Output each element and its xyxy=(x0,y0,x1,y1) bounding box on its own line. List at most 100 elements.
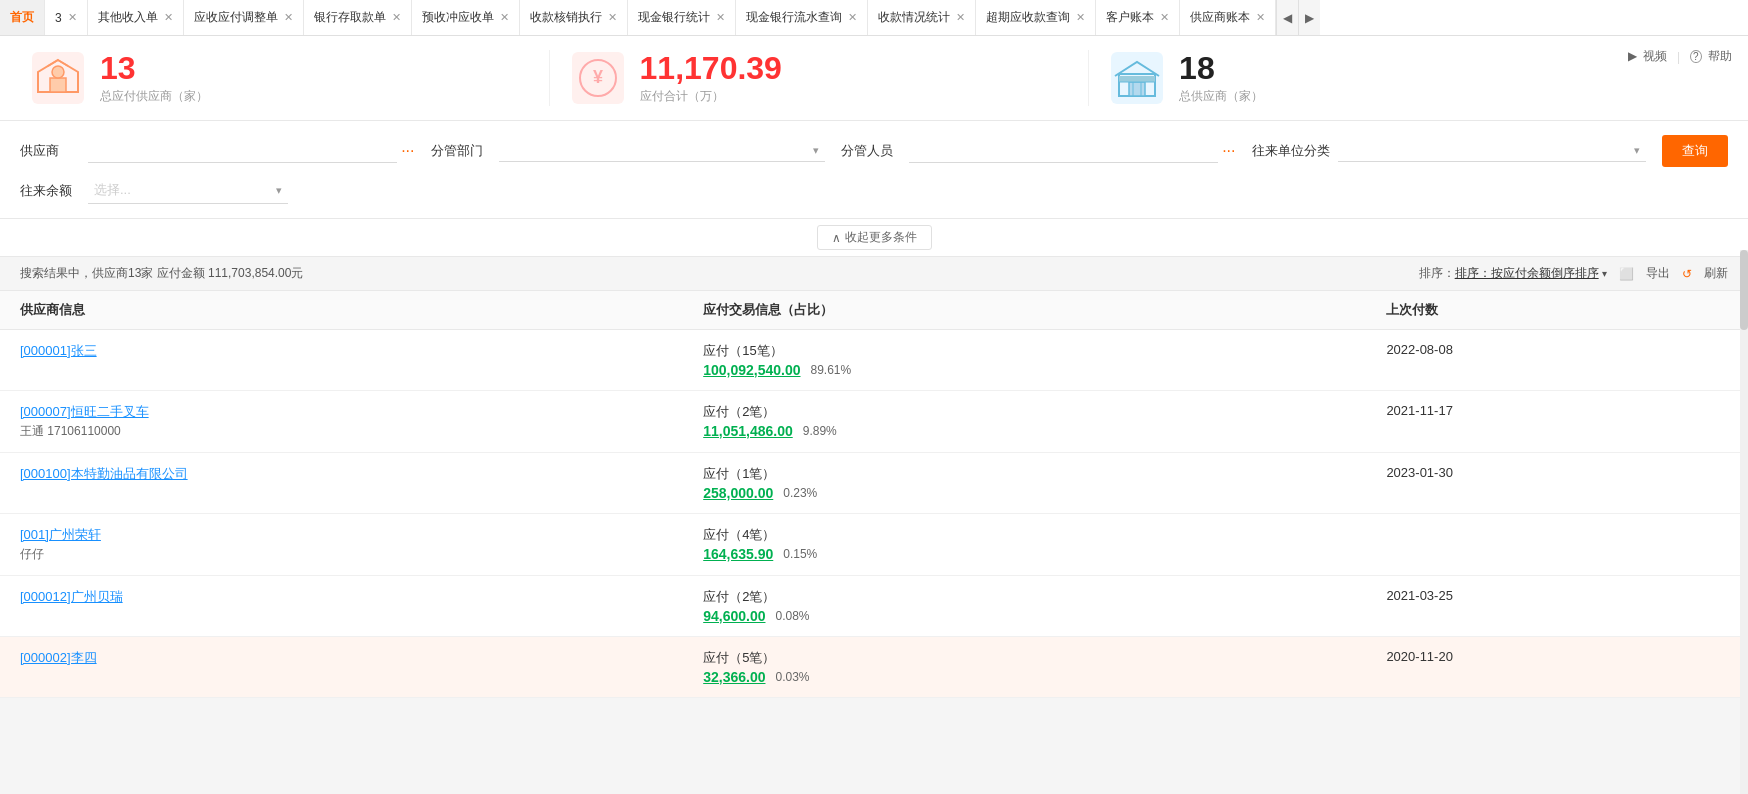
nav-tab-advance[interactable]: 预收冲应收单 ✕ xyxy=(412,0,520,35)
nav-tab-cash-flow-query[interactable]: 现金银行流水查询 ✕ xyxy=(736,0,868,35)
supplier-link[interactable]: [000012]广州贝瑞 xyxy=(20,589,123,604)
separator: | xyxy=(1677,50,1680,64)
summary-card-total-suppliers: 18 总供应商（家） xyxy=(1089,50,1628,106)
tx-amount[interactable]: 32,366.00 xyxy=(703,669,765,685)
nav-prev-button[interactable]: ◀ xyxy=(1276,0,1298,35)
tx-label: 应付（4笔） xyxy=(703,526,1386,544)
nav-tab-supplier-ledger-label: 供应商账本 xyxy=(1190,9,1250,26)
sort-arrow-icon: ▾ xyxy=(1602,268,1607,279)
refresh-icon: ↺ xyxy=(1682,267,1692,281)
last-pay-date: 2021-11-17 xyxy=(1386,403,1728,418)
close-icon[interactable]: ✕ xyxy=(1256,11,1265,24)
supplier-link[interactable]: [000002]李四 xyxy=(20,650,97,665)
supplier-dots-btn[interactable]: ··· xyxy=(401,142,414,160)
filter-row-1: 供应商 ··· 分管部门 ▾ 分管人员 ··· 往来单位分类 ▾ 查询 xyxy=(20,135,1728,167)
money-icon: ¥ xyxy=(570,50,626,106)
category-select[interactable]: ▾ xyxy=(1338,140,1647,162)
nav-tab-bank[interactable]: 银行存取款单 ✕ xyxy=(304,0,412,35)
filter-area: 供应商 ··· 分管部门 ▾ 分管人员 ··· 往来单位分类 ▾ 查询 往来 xyxy=(0,121,1748,219)
collapse-button[interactable]: ∧ 收起更多条件 xyxy=(817,225,932,250)
tx-amount[interactable]: 258,000.00 xyxy=(703,485,773,501)
help-link[interactable]: 帮助 xyxy=(1690,48,1732,65)
nav-tab-home[interactable]: 首页 xyxy=(0,0,45,35)
close-icon[interactable]: ✕ xyxy=(392,11,401,24)
refresh-button[interactable]: 刷新 xyxy=(1704,265,1728,282)
tx-label: 应付（15笔） xyxy=(703,342,1386,360)
supplier-link[interactable]: [000100]本特勤油品有限公司 xyxy=(20,466,188,481)
close-icon[interactable]: ✕ xyxy=(608,11,617,24)
scrollbar-track[interactable] xyxy=(1740,250,1748,698)
help-links: 视频 | 帮助 xyxy=(1628,48,1732,65)
balance-select-placeholder: 选择... xyxy=(94,181,131,199)
close-icon[interactable]: ✕ xyxy=(500,11,509,24)
table-row: [000100]本特勤油品有限公司应付（1笔）258,000.000.23%20… xyxy=(0,453,1748,514)
tx-amount[interactable]: 100,092,540.00 xyxy=(703,362,800,378)
video-label: 视频 xyxy=(1643,49,1667,63)
supplier-input[interactable] xyxy=(88,139,397,163)
scrollbar-thumb[interactable] xyxy=(1740,250,1748,330)
supplier-link[interactable]: [000001]张三 xyxy=(20,343,97,358)
person-dots-btn[interactable]: ··· xyxy=(1222,142,1235,160)
table-row: [001]广州荣轩仔仔应付（4笔）164,635.900.15% xyxy=(0,514,1748,576)
collapse-label: 收起更多条件 xyxy=(845,229,917,246)
tx-label: 应付（2笔） xyxy=(703,588,1386,606)
close-icon[interactable]: ✕ xyxy=(1076,11,1085,24)
card3-label: 总供应商（家） xyxy=(1179,88,1263,105)
nav-tab-ar-ap-adjust-label: 应收应付调整单 xyxy=(194,9,278,26)
tx-percentage: 0.15% xyxy=(783,547,817,561)
tx-cell: 应付（15笔）100,092,540.0089.61% xyxy=(703,342,1386,378)
nav-tab-supplier-ledger[interactable]: 供应商账本 ✕ xyxy=(1180,0,1276,35)
close-icon[interactable]: ✕ xyxy=(284,11,293,24)
tx-amount[interactable]: 11,051,486.00 xyxy=(703,423,793,439)
close-icon[interactable]: ✕ xyxy=(68,11,77,24)
close-icon[interactable]: ✕ xyxy=(848,11,857,24)
sort-label[interactable]: 排序：排序：按应付余额倒序排序 ▾ xyxy=(1419,265,1607,282)
nav-tab-customer-ledger[interactable]: 客户账本 ✕ xyxy=(1096,0,1180,35)
table-body: [000001]张三应付（15笔）100,092,540.0089.61%202… xyxy=(0,330,1748,698)
close-icon[interactable]: ✕ xyxy=(1160,11,1169,24)
help-icon xyxy=(1690,49,1705,63)
balance-select[interactable]: 选择... ▾ xyxy=(88,177,288,204)
nav-tab-cash-bank-stat[interactable]: 现金银行统计 ✕ xyxy=(628,0,736,35)
close-icon[interactable]: ✕ xyxy=(956,11,965,24)
nav-next-button[interactable]: ▶ xyxy=(1298,0,1320,35)
tx-amount-row: 94,600.000.08% xyxy=(703,608,1386,624)
top-right-section: 视频 | 帮助 xyxy=(1628,36,1748,120)
table-row: [000007]恒旺二手叉车王通 17106110000应付（2笔）11,051… xyxy=(0,391,1748,453)
supplier-link[interactable]: [000007]恒旺二手叉车 xyxy=(20,404,149,419)
query-button[interactable]: 查询 xyxy=(1662,135,1728,167)
close-icon[interactable]: ✕ xyxy=(164,11,173,24)
table-row: [000012]广州贝瑞应付（2笔）94,600.000.08%2021-03-… xyxy=(0,576,1748,637)
nav-tab-other-income[interactable]: 其他收入单 ✕ xyxy=(88,0,184,35)
nav-tab-overdue-query[interactable]: 超期应收款查询 ✕ xyxy=(976,0,1096,35)
nav-tab-receipt-stat-label: 收款情况统计 xyxy=(878,9,950,26)
nav-tab-receipt-verify[interactable]: 收款核销执行 ✕ xyxy=(520,0,628,35)
svg-rect-9 xyxy=(1129,82,1145,96)
tx-amount[interactable]: 94,600.00 xyxy=(703,608,765,624)
close-icon[interactable]: ✕ xyxy=(716,11,725,24)
export-button[interactable]: 导出 xyxy=(1646,265,1670,282)
person-input[interactable] xyxy=(909,139,1218,163)
card1-number: 13 xyxy=(100,51,208,86)
dept-select[interactable]: ▾ xyxy=(499,140,826,162)
tx-cell: 应付（4笔） 164,635.90 0.15% xyxy=(703,526,1386,562)
nav-tab-receipt-stat[interactable]: 收款情况统计 ✕ xyxy=(868,0,976,35)
filter-person: 分管人员 ··· xyxy=(841,139,1236,163)
nav-tab-3[interactable]: 3 ✕ xyxy=(45,0,88,35)
table-row: [000002]李四应付（5笔）32,366.000.03%2020-11-20 xyxy=(0,637,1748,698)
tx-amount-row: 164,635.90 0.15% xyxy=(703,546,1386,562)
supplier-link[interactable]: [001]广州荣轩 xyxy=(20,527,101,542)
col-last-pay: 上次付数 xyxy=(1386,301,1728,319)
category-filter-label: 往来单位分类 xyxy=(1252,142,1330,160)
sort-link[interactable]: 排序：按应付余额倒序排序 xyxy=(1455,266,1599,280)
nav-tab-ar-ap-adjust[interactable]: 应收应付调整单 ✕ xyxy=(184,0,304,35)
last-pay-date: 2020-11-20 xyxy=(1386,649,1728,664)
tx-amount-row: 11,051,486.009.89% xyxy=(703,423,1386,439)
video-link[interactable]: 视频 xyxy=(1628,48,1667,65)
tx-amount[interactable]: 164,635.90 xyxy=(703,546,773,562)
table-row: [000001]张三应付（15笔）100,092,540.0089.61%202… xyxy=(0,330,1748,391)
result-bar: 搜索结果中，供应商13家 应付金额 111,703,854.00元 排序：排序：… xyxy=(0,257,1748,291)
tx-cell: 应付（2笔） 94,600.000.08% xyxy=(703,588,1386,624)
nav-tab-bank-label: 银行存取款单 xyxy=(314,9,386,26)
tx-cell: 应付（1笔）258,000.000.23% xyxy=(703,465,1386,501)
